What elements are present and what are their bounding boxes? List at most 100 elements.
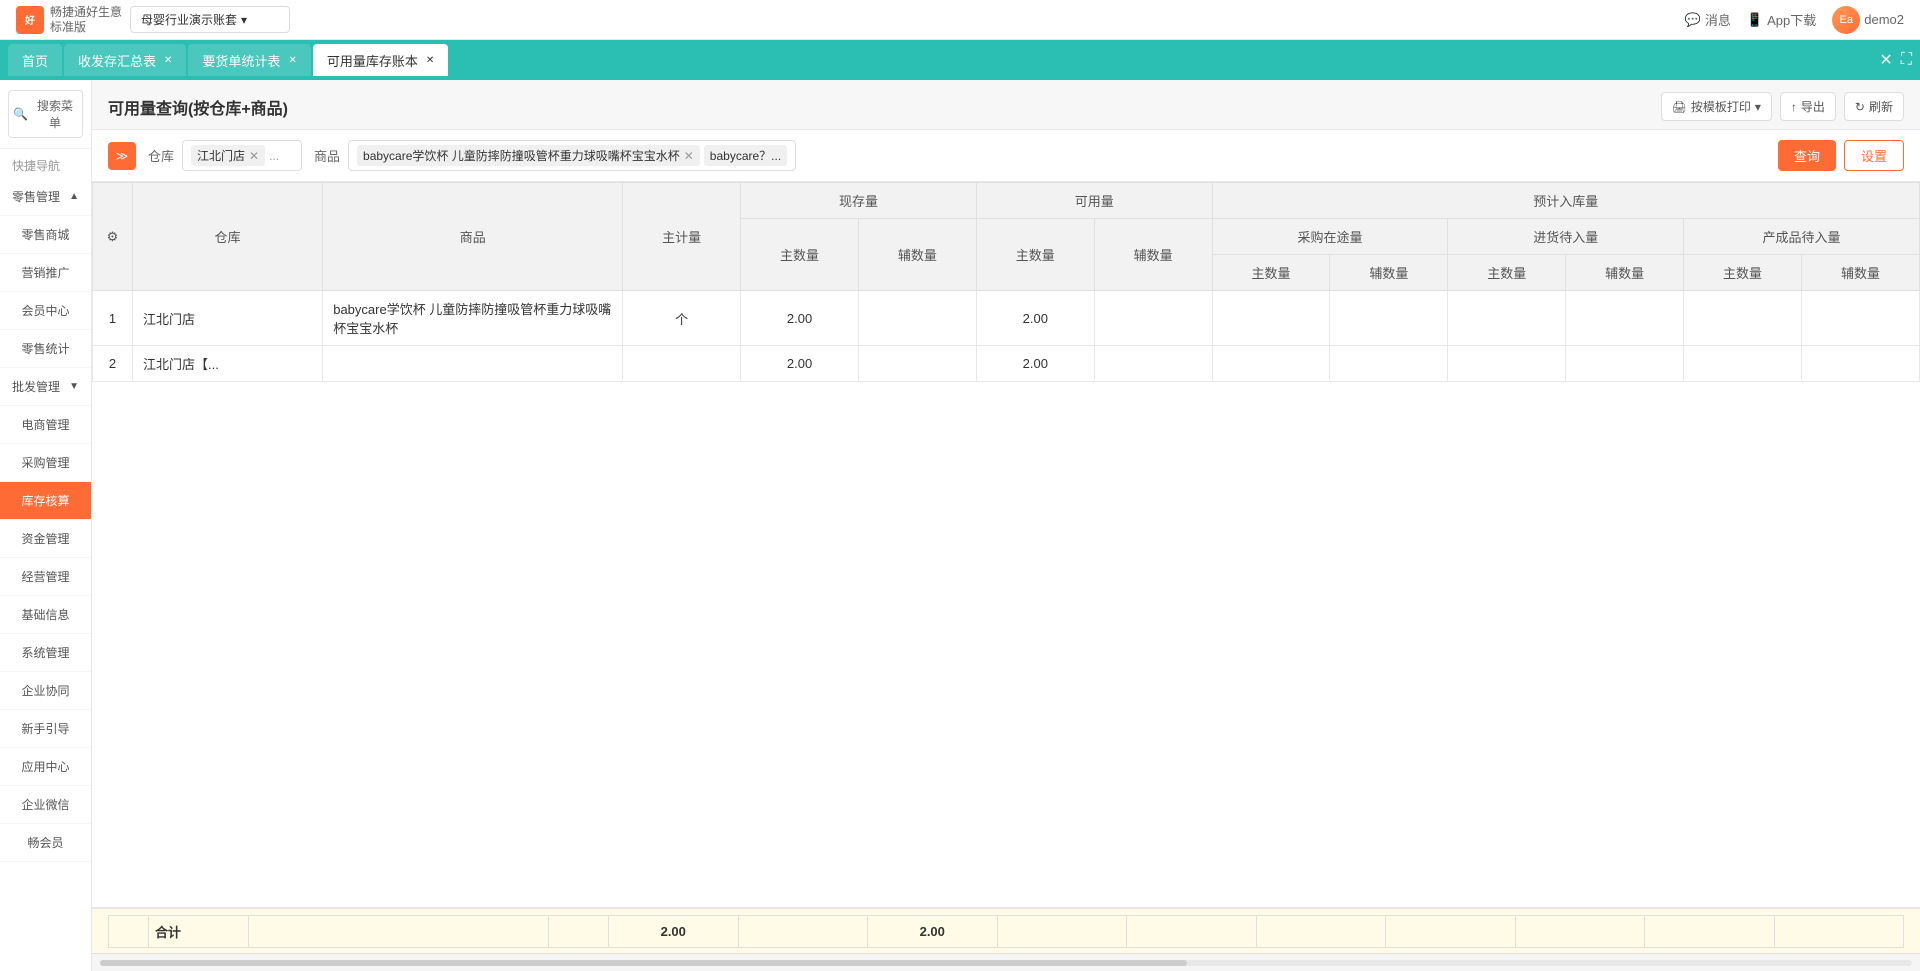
row-product-main (1684, 346, 1802, 382)
row-incoming-main (1448, 291, 1566, 346)
row-current-main: 2.00 (741, 346, 859, 382)
app-download-btn[interactable]: 📱 App下载 (1747, 10, 1816, 29)
row-product: babycare学饮杯 儿童防摔防撞吸管杯重力球吸嘴杯宝宝水杯 (323, 291, 623, 346)
tab-receive-pay-close[interactable]: ✕ (164, 55, 172, 66)
top-bar: 好 畅捷通好生意 标准版 母婴行业演示账套 ▾ 💬 消息 📱 App下载 Ea … (0, 0, 1920, 40)
top-bar-left: 好 畅捷通好生意 标准版 母婴行业演示账套 ▾ (16, 5, 290, 34)
sidebar-item-marketing[interactable]: 营销推广 (0, 254, 91, 292)
filter-expand-btn[interactable]: ≫ (108, 142, 136, 170)
sidebar-item-inventory[interactable]: 库存核算 (0, 482, 91, 520)
warehouse-more-btn[interactable]: ... (269, 149, 279, 163)
sidebar-item-purchase[interactable]: 采购管理 (0, 444, 91, 482)
row-purchase-aux (1330, 291, 1448, 346)
col-product-wait: 产成品待入量 (1684, 219, 1920, 255)
row-available-main: 2.00 (976, 346, 1094, 382)
sidebar-item-member[interactable]: 会员中心 (0, 292, 91, 330)
horizontal-scrollbar[interactable] (92, 953, 1920, 971)
tab-home[interactable]: 首页 (8, 44, 62, 76)
sidebar-item-retail-mgmt[interactable]: 零售管理 ▲ (0, 178, 91, 216)
print-btn[interactable]: 🖨 按模板打印 ▾ (1661, 92, 1772, 121)
row-incoming-aux (1566, 291, 1684, 346)
sidebar-item-ecommerce[interactable]: 电商管理 (0, 406, 91, 444)
sidebar-item-finance[interactable]: 资金管理 (0, 520, 91, 558)
sidebar-nav-label: 快捷导航 (0, 149, 91, 178)
sidebar-item-system[interactable]: 系统管理 (0, 634, 91, 672)
sidebar-item-wechat[interactable]: 企业微信 (0, 786, 91, 824)
export-btn[interactable]: ↑ 导出 (1780, 92, 1836, 121)
row-available-aux (1094, 346, 1212, 382)
store-selector[interactable]: 母婴行业演示账套 ▾ (130, 6, 290, 33)
row-purchase-main (1212, 291, 1330, 346)
settings-btn[interactable]: 设置 (1844, 140, 1904, 171)
tab-bar-actions: ✕ ⛶ (1879, 50, 1912, 70)
row-current-aux (858, 291, 976, 346)
top-bar-right: 💬 消息 📱 App下载 Ea demo2 (1685, 6, 1904, 34)
message-btn[interactable]: 💬 消息 (1685, 10, 1731, 29)
content-area: 可用量查询(按仓库+商品) 🖨 按模板打印 ▾ ↑ 导出 ↻ 刷新 ≫ (92, 80, 1920, 971)
footer-bar: 合计 2.00 2.00 (92, 907, 1920, 953)
warehouse-input[interactable]: 江北门店 ✕ ... (182, 140, 302, 171)
warehouse-tag: 江北门店 ✕ (191, 145, 265, 166)
sidebar-item-retail-mall[interactable]: 零售商城 (0, 216, 91, 254)
page-title: 可用量查询(按仓库+商品) (108, 95, 288, 119)
user-profile[interactable]: Ea demo2 (1832, 6, 1904, 34)
product-label: 商品 (314, 146, 340, 165)
filter-group-warehouse: 仓库 江北门店 ✕ ... (148, 140, 302, 171)
sidebar-item-basic-info[interactable]: 基础信息 (0, 596, 91, 634)
sidebar-search-area: 🔍 搜索菜单 (0, 80, 91, 149)
tab-close-all-icon[interactable]: ✕ (1879, 50, 1892, 70)
search-icon: 🔍 (13, 107, 28, 121)
row-product (323, 346, 623, 382)
tab-available-stock[interactable]: 可用量库存账本 ✕ (313, 44, 448, 76)
warehouse-label: 仓库 (148, 146, 174, 165)
col-expected-in-header: 预计入库量 (1212, 183, 1919, 219)
tab-expand-icon[interactable]: ⛶ (1901, 51, 1912, 69)
sidebar-item-enterprise[interactable]: 企业协同 (0, 672, 91, 710)
col-current-stock-header: 现存量 (741, 183, 977, 219)
col-current-aux: 辅数量 (858, 219, 976, 291)
row-warehouse: 江北门店 (133, 291, 323, 346)
row-product-main (1684, 291, 1802, 346)
tab-order-stats[interactable]: 要货单统计表 ✕ (188, 44, 310, 76)
col-available-main: 主数量 (976, 219, 1094, 291)
sidebar-item-wholesale[interactable]: 批发管理 ▼ (0, 368, 91, 406)
sidebar-item-operations[interactable]: 经营管理 (0, 558, 91, 596)
footer-current-main: 2.00 (609, 915, 739, 947)
tab-receive-pay[interactable]: 收发存汇总表 ✕ (64, 44, 186, 76)
logo-area: 好 畅捷通好生意 标准版 (16, 5, 122, 34)
row-index: 1 (93, 291, 133, 346)
col-purchase-main: 主数量 (1212, 255, 1330, 291)
chevron-icon: ▲ (69, 191, 79, 202)
product-tag-1-close[interactable]: ✕ (684, 149, 694, 163)
refresh-icon: ↻ (1855, 100, 1865, 114)
col-available-header: 可用量 (976, 183, 1212, 219)
sidebar-item-retail-stats[interactable]: 零售统计 (0, 330, 91, 368)
product-tag-1: babycare学饮杯 儿童防摔防撞吸管杯重力球吸嘴杯宝宝水杯 ✕ (357, 145, 700, 166)
row-purchase-aux (1330, 346, 1448, 382)
col-settings[interactable]: ⚙ (93, 183, 133, 291)
sidebar-item-newuser[interactable]: 新手引导 (0, 710, 91, 748)
scrollbar-thumb[interactable] (100, 960, 1187, 966)
avatar: Ea (1832, 6, 1860, 34)
sidebar-item-app-center[interactable]: 应用中心 (0, 748, 91, 786)
col-product-aux: 辅数量 (1801, 255, 1919, 291)
refresh-btn[interactable]: ↻ 刷新 (1844, 92, 1904, 121)
tab-home-label: 首页 (22, 51, 48, 70)
sidebar-search-btn[interactable]: 🔍 搜索菜单 (8, 90, 83, 138)
tab-receive-pay-label: 收发存汇总表 (78, 51, 156, 70)
tab-order-stats-close[interactable]: ✕ (288, 55, 296, 66)
row-incoming-aux (1566, 346, 1684, 382)
filter-bar: ≫ 仓库 江北门店 ✕ ... 商品 babycare学饮杯 儿童防摔防撞吸管杯… (92, 130, 1920, 182)
col-product-main: 主数量 (1684, 255, 1802, 291)
warehouse-tag-close[interactable]: ✕ (249, 149, 259, 163)
export-icon: ↑ (1791, 100, 1797, 114)
product-tag-2: babycare？... (704, 145, 787, 166)
col-current-main: 主数量 (741, 219, 859, 291)
col-available-aux: 辅数量 (1094, 219, 1212, 291)
product-input[interactable]: babycare学饮杯 儿童防摔防撞吸管杯重力球吸嘴杯宝宝水杯 ✕ babyca… (348, 140, 796, 171)
query-btn[interactable]: 查询 (1778, 140, 1836, 171)
tab-available-stock-close[interactable]: ✕ (426, 55, 434, 66)
sidebar-item-member2[interactable]: 畅会员 (0, 824, 91, 862)
col-product-header: 商品 (323, 183, 623, 291)
main-layout: 🔍 搜索菜单 快捷导航 零售管理 ▲ 零售商城 营销推广 会员中心 零售统计 批… (0, 80, 1920, 971)
